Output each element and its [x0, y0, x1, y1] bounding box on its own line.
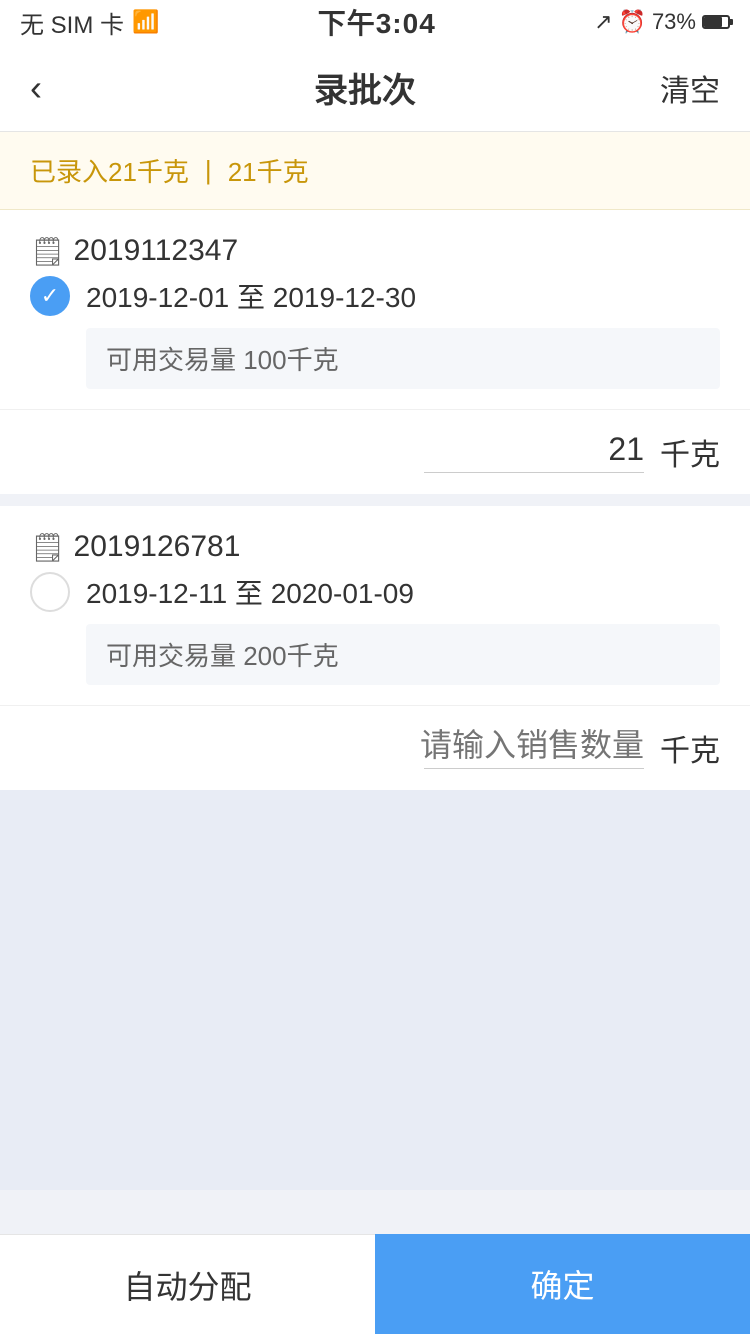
- quantity-input-1[interactable]: [494, 431, 644, 468]
- wifi-icon: 📶: [132, 9, 159, 35]
- quantity-wrapper-1: [424, 431, 644, 473]
- batch-availability-2: 可用交易量 200千克: [86, 624, 720, 685]
- status-right: ↗ ⏰ 73%: [594, 9, 730, 35]
- summary-divider: |: [205, 155, 212, 186]
- page-title: 录批次: [90, 63, 640, 112]
- nav-bar: ‹ 录批次 清空: [0, 44, 750, 132]
- batch-availability-1: 可用交易量 100千克: [86, 328, 720, 389]
- carrier-label: 无 SIM 卡: [20, 5, 124, 40]
- batch-date-row-2: 2019-12-11 至 2020-01-09: [30, 572, 720, 612]
- confirm-button[interactable]: 确定: [375, 1234, 750, 1334]
- radio-btn-2[interactable]: [30, 572, 70, 612]
- batch-icon-2: 🗒: [30, 531, 66, 564]
- batch-date-2: 2019-12-11 至 2020-01-09: [86, 572, 414, 612]
- quantity-unit-2: 千克: [660, 726, 720, 770]
- status-time: 下午3:04: [318, 2, 436, 42]
- summary-bar: 已录入21千克 | 21千克: [0, 132, 750, 210]
- quantity-unit-1: 千克: [660, 430, 720, 474]
- status-bar: 无 SIM 卡 📶 下午3:04 ↗ ⏰ 73%: [0, 0, 750, 44]
- quantity-row-1: 千克: [0, 409, 750, 494]
- bottom-bar: 自动分配 确定: [0, 1234, 750, 1334]
- batch-item-1: 🗒 2019112347 ✓ 2019-12-01 至 2019-12-30 可…: [0, 210, 750, 409]
- battery-percent: 73%: [652, 9, 696, 35]
- summary-value: 21千克: [228, 152, 309, 189]
- back-button[interactable]: ‹: [30, 67, 90, 109]
- batch-item-2: 🗒 2019126781 2019-12-11 至 2020-01-09 可用交…: [0, 506, 750, 705]
- checkmark-icon-1: ✓: [41, 283, 59, 309]
- radio-btn-1[interactable]: ✓: [30, 276, 70, 316]
- clear-button[interactable]: 清空: [640, 66, 720, 110]
- quantity-input-2[interactable]: [344, 727, 644, 764]
- batch-icon-1: 🗒: [30, 235, 66, 268]
- alarm-icon: ⏰: [619, 9, 646, 35]
- batch-id-2: 2019126781: [74, 530, 241, 564]
- item-separator: [0, 494, 750, 506]
- batch-header-1: 🗒 2019112347: [30, 234, 720, 268]
- quantity-wrapper-2: [344, 727, 644, 769]
- batch-header-2: 🗒 2019126781: [30, 530, 720, 564]
- batch-id-1: 2019112347: [74, 234, 239, 268]
- batch-date-1: 2019-12-01 至 2019-12-30: [86, 276, 416, 316]
- battery-icon: [702, 15, 730, 29]
- summary-label: 已录入21千克: [30, 152, 189, 189]
- content-area: [0, 790, 750, 1190]
- batch-date-row-1: ✓ 2019-12-01 至 2019-12-30: [30, 276, 720, 316]
- quantity-row-2: 千克: [0, 705, 750, 790]
- status-left: 无 SIM 卡 📶: [20, 5, 159, 40]
- location-icon: ↗: [594, 9, 612, 35]
- auto-distribute-button[interactable]: 自动分配: [0, 1234, 375, 1334]
